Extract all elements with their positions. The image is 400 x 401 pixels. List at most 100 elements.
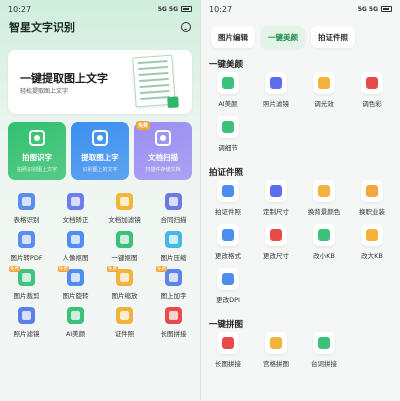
tool-icon (217, 180, 239, 202)
tool-icon (67, 307, 84, 324)
tool-icon-glyph (366, 77, 378, 89)
tool-icon (116, 193, 133, 210)
banner-title: 一键提取图上文字 (20, 72, 108, 85)
home-screen: 10:27 5G 5G 智星文字识别 一键提取图上文字 轻松提取图上文字 拍图识… (0, 0, 200, 401)
battery-icon (381, 6, 392, 12)
tool-icon (217, 268, 239, 290)
section-item[interactable]: 调色彩 (348, 72, 396, 116)
tool-item[interactable]: 表格识别 (2, 190, 51, 228)
tool-item[interactable]: 免费 图片裁剪 (2, 266, 51, 304)
section-item[interactable]: 改小KB (300, 224, 348, 268)
section-item[interactable]: 更改格式 (204, 224, 252, 268)
feature-label: 文档扫描 (148, 153, 178, 162)
feature-subtitle: 拍照识别图上文字 (16, 167, 57, 173)
tool-label: 照片滤镜 (13, 330, 40, 338)
tool-label: 长图拼接 (215, 360, 241, 368)
section-item[interactable]: 照片滤镜 (252, 72, 300, 116)
section-item[interactable]: 更改DPI (204, 268, 252, 312)
tool-item[interactable]: 一键抠图 (100, 228, 149, 266)
tool-item[interactable]: 长图拼接 (149, 304, 198, 342)
tool-icon-glyph (318, 185, 330, 197)
tool-item[interactable]: 合同扫描 (149, 190, 198, 228)
tool-item[interactable]: 免费 图上加字 (149, 266, 198, 304)
tool-label: 图片缩放 (111, 292, 138, 300)
tool-icon (265, 224, 287, 246)
free-badge: 免费 (136, 121, 151, 130)
tool-icon-glyph (366, 185, 378, 197)
tool-item[interactable]: AI美颜 (51, 304, 100, 342)
section-item[interactable]: 更改尺寸 (252, 224, 300, 268)
app-title: 智星文字识别 (9, 21, 75, 34)
feature-card-1[interactable]: 拍图识字 拍照识别图上文字 (8, 122, 66, 180)
tool-item[interactable]: 照片滤镜 (2, 304, 51, 342)
section-item[interactable]: 定制尺寸 (252, 180, 300, 224)
tool-icon-glyph (270, 337, 282, 349)
tool-icon (116, 307, 133, 324)
tool-item[interactable]: 文档矫正 (51, 190, 100, 228)
tool-label: 图片转PDF (10, 254, 43, 262)
signal-indicators: 5G 5G (358, 6, 392, 13)
tool-icon-glyph (222, 229, 234, 241)
tab-1[interactable]: 图片编辑 (211, 26, 255, 48)
section-grid: AI美颜 照片滤镜 调光效 调色彩调细节 (204, 72, 400, 160)
category-tabs: 图片编辑 一键美颜 拍证件照 (211, 26, 355, 48)
tool-icon (217, 72, 239, 94)
tool-icon (217, 116, 239, 138)
section-item[interactable]: 改大KB (348, 224, 396, 268)
promo-banner[interactable]: 一键提取图上文字 轻松提取图上文字 (8, 50, 192, 114)
tool-icon (265, 72, 287, 94)
banner-subtitle: 轻松提取图上文字 (20, 88, 69, 95)
section-item[interactable]: AI美颜 (204, 72, 252, 116)
section-grid: 拍证件照 定制尺寸 换背景颜色 换职业装更改格式 更改尺寸 改小KB 改大KB 更改DPI (204, 180, 400, 312)
tool-label: 图片压缩 (160, 254, 187, 262)
tool-icon (165, 193, 182, 210)
tool-label: 拍证件照 (215, 208, 241, 216)
section-item[interactable]: 调细节 (204, 116, 252, 160)
tool-icon-glyph (366, 229, 378, 241)
tool-label: 文档加滤镜 (108, 216, 141, 224)
section-item[interactable]: 换背景颜色 (300, 180, 348, 224)
tool-icon (313, 72, 335, 94)
tool-item[interactable]: 图片压缩 (149, 228, 198, 266)
tool-label: 调细节 (218, 144, 238, 152)
section-item[interactable]: 台词拼接 (300, 332, 348, 376)
tool-label: 文档矫正 (62, 216, 89, 224)
tool-item[interactable]: 人像抠图 (51, 228, 100, 266)
signal-icon: 5G 5G (157, 5, 178, 13)
tool-icon-glyph (222, 185, 234, 197)
tool-label: 调色彩 (362, 100, 382, 108)
tools-screen: 10:27 5G 5G 图片编辑 一键美颜 拍证件照 一键美颜 AI美颜 照片滤镜 调光效… (200, 0, 400, 401)
status-bar-right: 10:27 5G 5G (201, 0, 400, 18)
feature-icon (155, 130, 171, 146)
tool-item[interactable]: 文档加滤镜 (100, 190, 149, 228)
tool-label: 定制尺寸 (263, 208, 289, 216)
tool-icon (265, 332, 287, 354)
tab-2[interactable]: 一键美颜 (261, 26, 305, 48)
feature-card-2[interactable]: 提取图上字识别图上的文字 (71, 122, 129, 180)
tab-3[interactable]: 拍证件照 (311, 26, 355, 48)
tool-item[interactable]: 图片转PDF (2, 228, 51, 266)
feature-icon (29, 130, 45, 146)
section-item[interactable]: 调光效 (300, 72, 348, 116)
feature-label: 提取图上字 (81, 153, 119, 162)
section-item[interactable]: 换职业装 (348, 180, 396, 224)
feature-subtitle: 扫描件存储文档 (145, 167, 181, 173)
free-badge: 免费 (156, 266, 167, 272)
tool-item[interactable]: 免费 图片旋转 (51, 266, 100, 304)
free-badge: 免费 (107, 266, 118, 272)
tool-icon (313, 332, 335, 354)
tool-icon (361, 224, 383, 246)
tool-label: 人像抠图 (62, 254, 89, 262)
section-title: 一键美颜 (209, 60, 244, 70)
section-item[interactable]: 长图拼接 (204, 332, 252, 376)
feature-subtitle: 识别图上的文字 (82, 167, 118, 173)
tool-icon (217, 332, 239, 354)
section-item[interactable]: 拍证件照 (204, 180, 252, 224)
tool-label: 图片裁剪 (13, 292, 40, 300)
section-item[interactable]: 宫格拼图 (252, 332, 300, 376)
feature-card-3[interactable]: 免费文档扫描扫描件存储文档 (134, 121, 192, 180)
tool-item[interactable]: 免费图片缩放 (100, 266, 149, 304)
tool-item[interactable]: 证件照 (100, 304, 149, 342)
tool-icon-glyph (318, 229, 330, 241)
smile-icon[interactable] (181, 22, 191, 32)
